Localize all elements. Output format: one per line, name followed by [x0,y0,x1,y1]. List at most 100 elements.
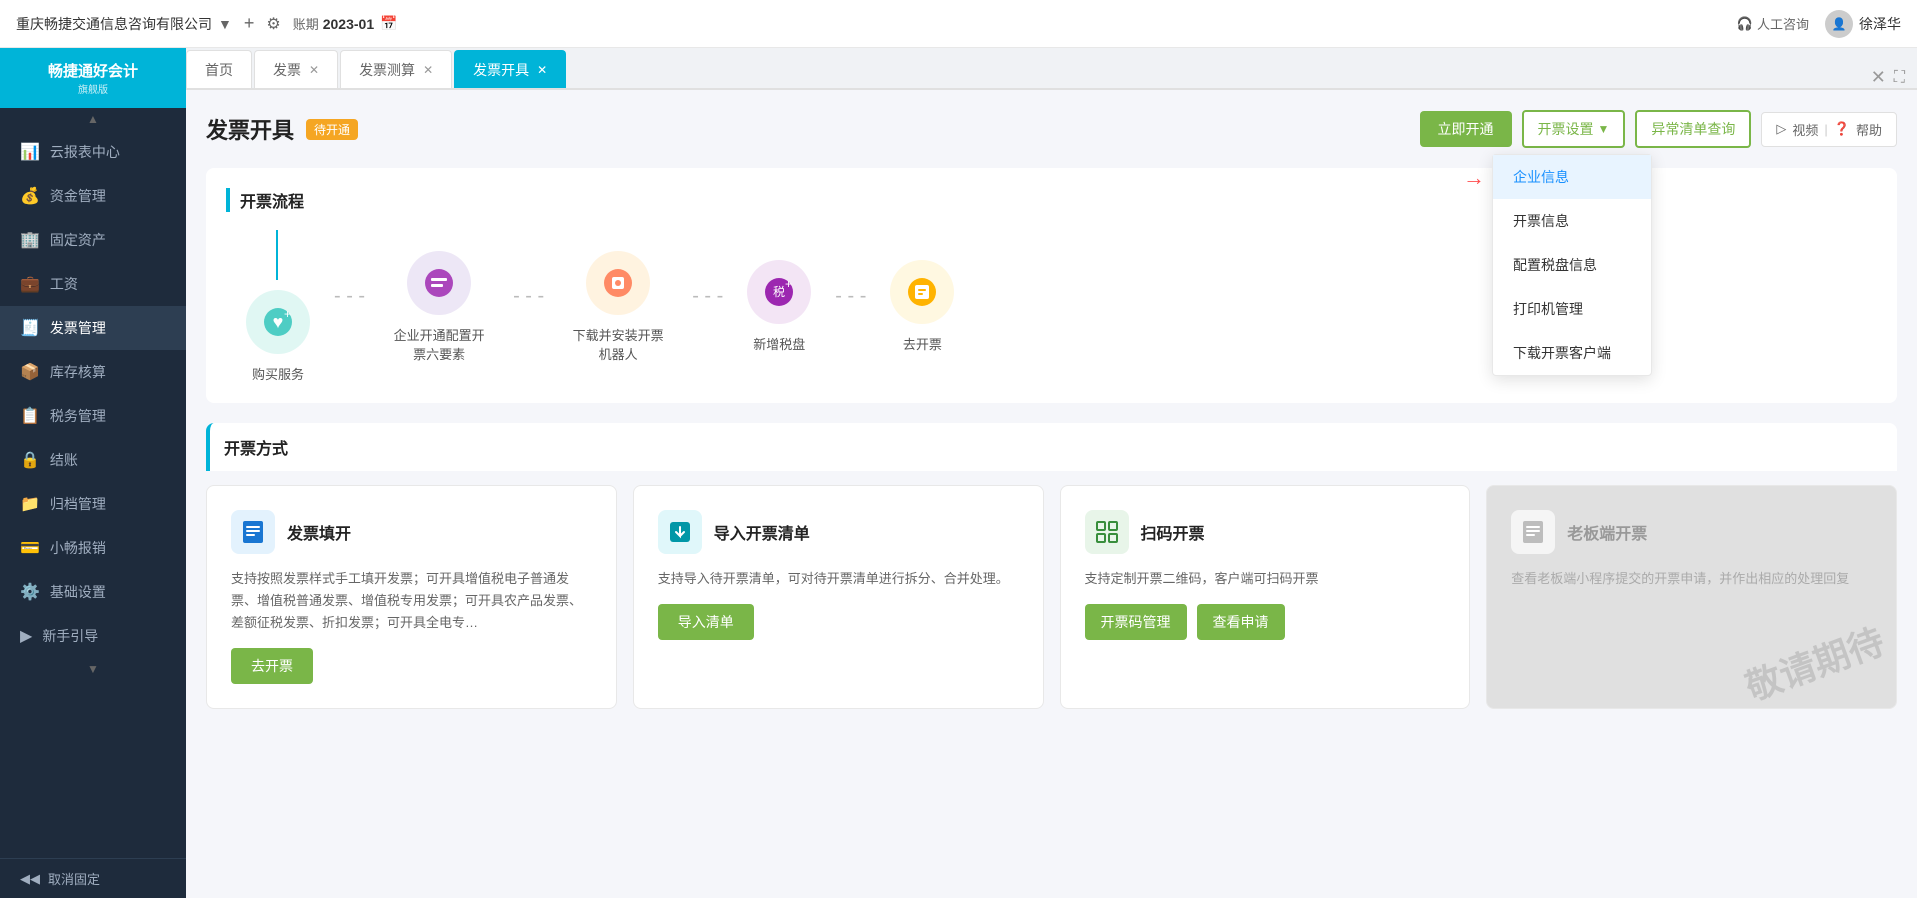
card-btn-3a[interactable]: 开票码管理 [1085,604,1187,640]
tab-close-icon[interactable]: ✕ [423,63,433,77]
sidebar-item-label: 发票管理 [50,318,106,338]
tab-close-active-icon[interactable]: ✕ [537,63,547,77]
dropdown-item-printer[interactable]: 打印机管理 [1493,287,1651,331]
tax-icon: 📋 [20,406,40,426]
sidebar-logo: 畅捷通好会计 旗舰版 [0,48,186,108]
billing-card-import: 导入开票清单 支持导入待开票清单，可对待开票清单进行拆分、合并处理。 导入清单 [633,485,1044,709]
main-layout: 畅捷通好会计 旗舰版 ▲ 📊 云报表中心 💰 资金管理 🏢 固定资产 💼 工资 … [0,48,1917,898]
sidebar-item-label: 新手引导 [42,626,98,646]
card-desc-4: 查看老板端小程序提交的开票申请，并作出相应的处理回复 [1511,568,1872,590]
money-icon: 💰 [20,186,40,206]
cancel-pin-label: 取消固定 [48,869,100,888]
page-title-row: 发票开具 待开通 [206,113,358,145]
avatar: 👤 [1825,10,1853,38]
service-button[interactable]: 🎧 人工咨询 [1737,14,1809,33]
card-btn-1[interactable]: 去开票 [231,648,313,684]
lock-icon: 🔒 [20,450,40,470]
step-label-5: 去开票 [903,334,942,353]
video-label: 视频 [1792,120,1818,139]
user-info[interactable]: 👤 徐泽华 [1825,10,1901,38]
abnormal-button[interactable]: 异常清单查询 [1635,110,1751,148]
chevron-down-icon: ▼ [1598,122,1610,136]
company-dropdown-icon[interactable]: ▼ [218,16,232,32]
card-desc-2: 支持导入待开票清单，可对待开票清单进行拆分、合并处理。 [658,568,1019,590]
step-icon-5 [890,260,954,324]
sidebar-item-label: 资金管理 [50,186,106,206]
card-desc-1: 支持按照发票样式手工填开发票；可开具增值税电子普通发票、增值税普通发票、增值税专… [231,568,592,634]
billing-section-title: 开票方式 [206,423,1897,471]
step-icon-2 [407,251,471,315]
sidebar-item-jiezhang[interactable]: 🔒 结账 [0,438,186,482]
sidebar-item-jichushezhi[interactable]: ⚙️ 基础设置 [0,570,186,614]
sidebar-item-guidang[interactable]: 📁 归档管理 [0,482,186,526]
settings-button[interactable]: 开票设置 ▼ [1522,110,1626,148]
sidebar-item-fapiao[interactable]: 🧾 发票管理 [0,306,186,350]
svg-text:+: + [785,277,792,291]
tab-fapiao-calc-label: 发票测算 [359,60,415,80]
settings-icon[interactable]: ⚙ [266,14,280,34]
maximize-icon[interactable]: ⛶ [1894,69,1905,87]
sidebar-item-label: 云报表中心 [50,142,120,162]
sidebar-scroll-up[interactable]: ▲ [0,108,186,130]
tab-bar: 首页 发票 ✕ 发票测算 ✕ 发票开具 ✕ ✕ ⛶ [186,48,1917,90]
dropdown-arrow: → [1463,165,1485,191]
sidebar-item-xiaochang[interactable]: 💳 小畅报销 [0,526,186,570]
process-step-4: 税+ 新增税盘 [727,260,831,353]
building-icon: 🏢 [20,230,40,250]
tab-bar-right: ✕ ⛶ [1859,67,1917,88]
sidebar-item-xinshou[interactable]: ▶ 新手引导 [0,614,186,658]
video-help-button[interactable]: ▷ 视频 | ❓ 帮助 [1761,112,1897,147]
arrow-4: - - - [835,285,866,308]
billing-section: 开票方式 发票填开 支持按照发票样式手工填开发票；可开具增值税电子普通发票、增值… [206,423,1897,709]
sidebar-item-label: 固定资产 [50,230,106,250]
process-step-2: 企业开通配置开票六要素 [369,251,509,363]
calendar-icon[interactable]: 📅 [380,15,397,32]
sidebar-item-yunbiaobiao[interactable]: 📊 云报表中心 [0,130,186,174]
guide-icon: ▶ [20,626,32,646]
pin-icon: ◀◀ [20,871,40,887]
step-label-4: 新增税盘 [753,334,805,353]
activate-button[interactable]: 立即开通 [1420,111,1512,147]
dropdown-item-download[interactable]: 下载开票客户端 [1493,331,1651,375]
sidebar-item-label: 库存核算 [50,362,106,382]
step-icon-3 [586,251,650,315]
tab-fapiao-active[interactable]: 发票开具 ✕ [454,50,566,88]
sidebar-item-gongzi[interactable]: 💼 工资 [0,262,186,306]
tab-fapiao[interactable]: 发票 ✕ [254,50,338,88]
tab-fapiao-calc[interactable]: 发票测算 ✕ [340,50,452,88]
chart-icon: 📊 [20,142,40,162]
box-icon: 📦 [20,362,40,382]
cancel-pin-button[interactable]: ◀◀ 取消固定 [0,858,186,898]
tab-close-icon[interactable]: ✕ [309,63,319,77]
card-btn-3b[interactable]: 查看申请 [1197,604,1285,640]
add-company-icon[interactable]: + [244,13,255,34]
billing-card-qr: 扫码开票 支持定制开票二维码，客户端可扫码开票 开票码管理 查看申请 [1060,485,1471,709]
logo-title: 畅捷通好会计 [48,60,138,81]
top-bar-right: 🎧 人工咨询 👤 徐泽华 [1737,10,1901,38]
dropdown-item-billing-info[interactable]: 开票信息 [1493,199,1651,243]
dropdown-item-taxdisk[interactable]: 配置税盘信息 [1493,243,1651,287]
tab-home-label: 首页 [205,60,233,80]
step-icon-4: 税+ [747,260,811,324]
process-step-5: 去开票 [870,260,974,353]
dropdown-item-company[interactable]: 企业信息 [1493,155,1651,199]
sidebar-item-zijin[interactable]: 💰 资金管理 [0,174,186,218]
sidebar-item-shuiwu[interactable]: 📋 税务管理 [0,394,186,438]
card-btn-2[interactable]: 导入清单 [658,604,754,640]
close-all-icon[interactable]: ✕ [1871,67,1886,88]
tab-home[interactable]: 首页 [186,50,252,88]
sidebar-scroll-down[interactable]: ▼ [0,658,186,680]
arrow-2: - - - [513,285,544,308]
top-bar: 重庆畅捷交通信息咨询有限公司 ▼ + ⚙ 账期 2023-01 📅 🎧 人工咨询… [0,0,1917,48]
card-header-2: 导入开票清单 [658,510,1019,554]
help-label: 帮助 [1856,120,1882,139]
card-title-4: 老板端开票 [1567,520,1647,544]
svg-text:税: 税 [773,285,785,299]
question-icon: ❓ [1834,121,1850,137]
sidebar-item-gudingzichan[interactable]: 🏢 固定资产 [0,218,186,262]
sidebar-item-kucun[interactable]: 📦 库存核算 [0,350,186,394]
step-label-1: 购买服务 [252,364,304,383]
process-step-1: ♥+ 购买服务 [226,230,330,383]
card-icon-4 [1511,510,1555,554]
process-step-3: 下载并安装开票机器人 [548,251,688,363]
